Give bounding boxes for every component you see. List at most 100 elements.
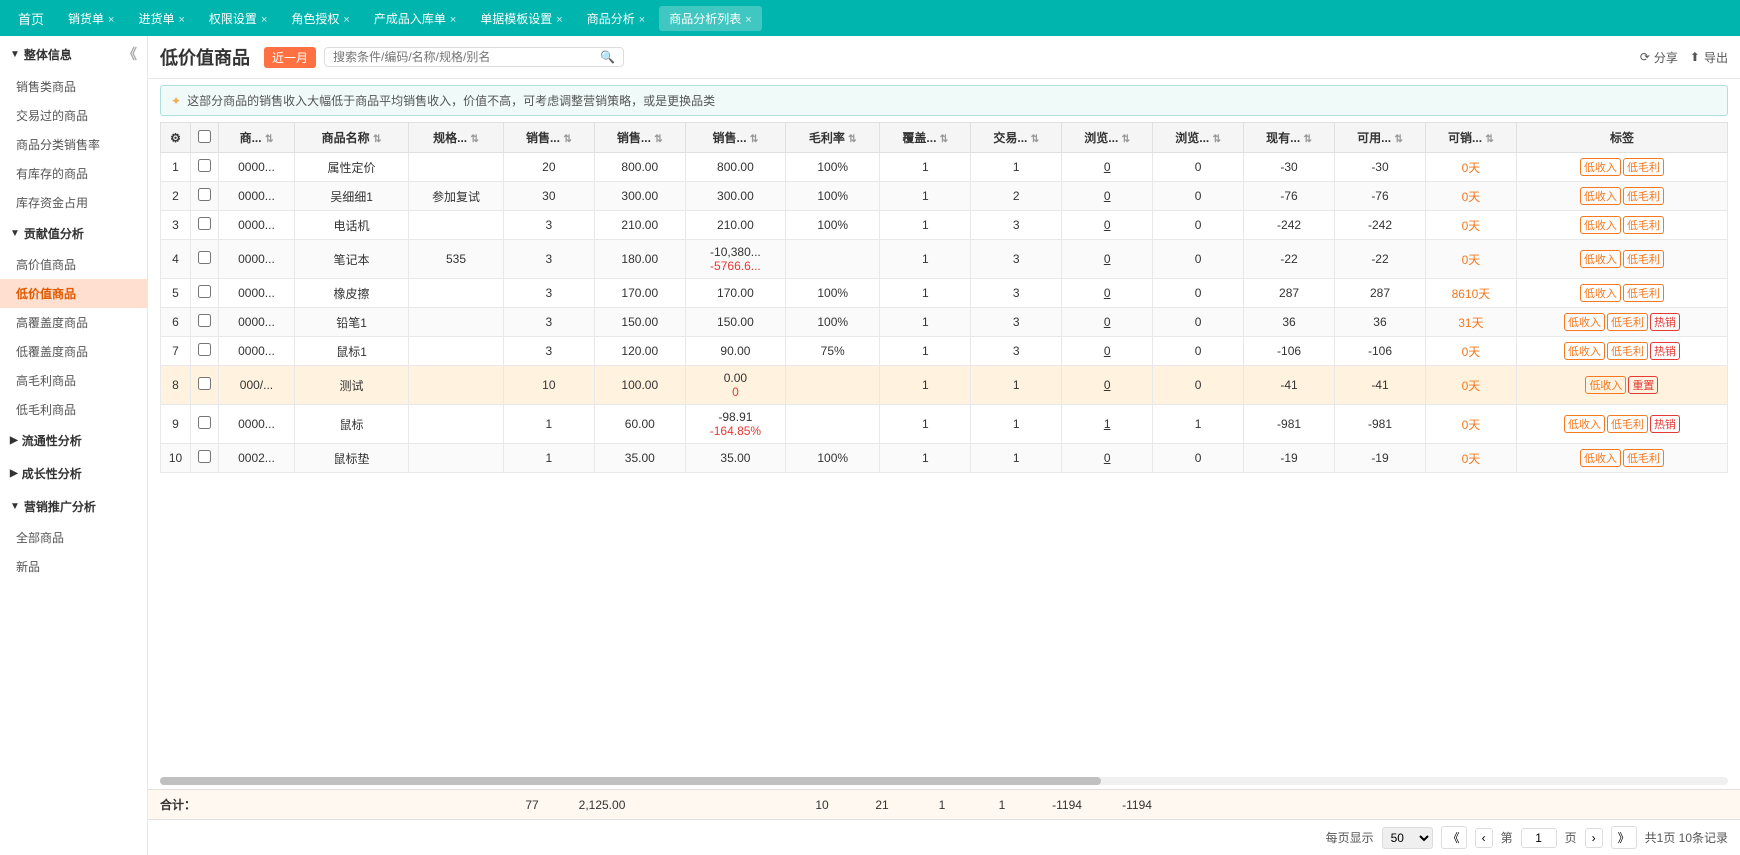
sort-avail[interactable]: ⇅: [1394, 134, 1402, 145]
nav-product-analysis-list[interactable]: 商品分析列表×: [659, 6, 761, 31]
sidebar-group-contribution[interactable]: ▼ 贡献值分析: [0, 217, 147, 250]
sidebar-item-sales-product[interactable]: 销售类商品: [0, 72, 147, 101]
sidebar-item-all-products[interactable]: 全部商品: [0, 523, 147, 552]
table-wrap[interactable]: ⚙ 商... ⇅ 商品名称 ⇅ 规格... ⇅ 销售... ⇅ 销售... ⇅ …: [148, 122, 1740, 777]
horizontal-scrollbar[interactable]: [160, 777, 1728, 785]
export-btn[interactable]: ⬆ 导出: [1690, 49, 1728, 66]
prev-page-btn[interactable]: ‹: [1475, 828, 1493, 848]
collapse-icon[interactable]: 《: [123, 44, 137, 64]
row-checkbox[interactable]: [198, 343, 211, 356]
nav-home[interactable]: 首页: [8, 5, 54, 32]
sidebar-item-stock-product[interactable]: 有库存的商品: [0, 159, 147, 188]
sidebar-group-growth[interactable]: ▶ 成长性分析: [0, 457, 147, 490]
browse-link[interactable]: 0: [1104, 160, 1111, 174]
browse-link[interactable]: 0: [1104, 189, 1111, 203]
table-row: 5 0000... 橡皮擦 3 170.00 170.00 100% 1 3 0…: [161, 279, 1728, 308]
first-page-btn[interactable]: 《: [1441, 826, 1467, 849]
close-sales-icon[interactable]: ×: [108, 14, 114, 26]
sidebar-item-low-value[interactable]: 低价值商品: [0, 279, 147, 308]
browse-link[interactable]: 1: [1104, 417, 1111, 431]
nav-product-analysis[interactable]: 商品分析×: [577, 6, 655, 31]
cell-checkbox[interactable]: [191, 279, 219, 308]
close-template-icon[interactable]: ×: [556, 14, 562, 26]
browse-link[interactable]: 0: [1104, 315, 1111, 329]
last-page-btn[interactable]: 》: [1611, 826, 1637, 849]
cell-checkbox[interactable]: [191, 308, 219, 337]
sort-cov[interactable]: ⇅: [940, 134, 948, 145]
browse-link[interactable]: 0: [1104, 218, 1111, 232]
close-product-icon[interactable]: ×: [450, 14, 456, 26]
scroll-thumb[interactable]: [160, 777, 1101, 785]
search-input[interactable]: [333, 50, 596, 64]
row-checkbox[interactable]: [198, 251, 211, 264]
sidebar-item-high-profit[interactable]: 高毛利商品: [0, 366, 147, 395]
sidebar-item-traded-product[interactable]: 交易过的商品: [0, 101, 147, 130]
close-pal-icon[interactable]: ×: [745, 14, 751, 26]
nav-purchase[interactable]: 进货单×: [128, 6, 194, 31]
page-size-select[interactable]: 50 100: [1382, 827, 1433, 849]
col-settings[interactable]: ⚙: [161, 123, 191, 153]
sidebar-item-high-coverage[interactable]: 高覆盖度商品: [0, 308, 147, 337]
sort-spec[interactable]: ⇅: [470, 134, 478, 145]
sort-browse1[interactable]: ⇅: [1122, 134, 1130, 145]
nav-product-inbound[interactable]: 产成品入库单×: [364, 6, 466, 31]
sidebar-item-low-profit[interactable]: 低毛利商品: [0, 395, 147, 424]
browse-link[interactable]: 0: [1104, 378, 1111, 392]
sort-sales2[interactable]: ⇅: [654, 134, 662, 145]
sort-name[interactable]: ⇅: [373, 134, 381, 145]
browse-link[interactable]: 0: [1104, 252, 1111, 266]
cell-checkbox[interactable]: [191, 444, 219, 473]
share-btn[interactable]: ⟳ 分享: [1640, 49, 1678, 66]
cell-checkbox[interactable]: [191, 366, 219, 405]
sidebar-item-low-coverage[interactable]: 低覆盖度商品: [0, 337, 147, 366]
sidebar-item-high-value[interactable]: 高价值商品: [0, 250, 147, 279]
sort-sell[interactable]: ⇅: [1485, 134, 1493, 145]
sort-gross[interactable]: ⇅: [848, 134, 856, 145]
browse-link[interactable]: 0: [1104, 286, 1111, 300]
nav-sales[interactable]: 销货单×: [58, 6, 124, 31]
sort-code[interactable]: ⇅: [265, 134, 273, 145]
col-checkbox[interactable]: [191, 123, 219, 153]
nav-permission[interactable]: 权限设置×: [199, 6, 277, 31]
row-checkbox[interactable]: [198, 416, 211, 429]
row-checkbox[interactable]: [198, 159, 211, 172]
close-permission-icon[interactable]: ×: [261, 14, 267, 26]
col-tags: 标签: [1516, 123, 1727, 153]
sidebar-item-stock-capital[interactable]: 库存资金占用: [0, 188, 147, 217]
close-purchase-icon[interactable]: ×: [178, 14, 184, 26]
sort-trade[interactable]: ⇅: [1031, 134, 1039, 145]
cell-checkbox[interactable]: [191, 405, 219, 444]
sort-browse2[interactable]: ⇅: [1213, 134, 1221, 145]
nav-template[interactable]: 单据模板设置×: [470, 6, 572, 31]
cell-checkbox[interactable]: [191, 240, 219, 279]
row-checkbox[interactable]: [198, 217, 211, 230]
sort-sales1[interactable]: ⇅: [563, 134, 571, 145]
sidebar-group-overall[interactable]: ▼ 整体信息 《: [0, 36, 147, 72]
row-checkbox[interactable]: [198, 188, 211, 201]
sidebar-item-category-rate[interactable]: 商品分类销售率: [0, 130, 147, 159]
row-checkbox[interactable]: [198, 285, 211, 298]
sort-sales3[interactable]: ⇅: [750, 134, 758, 145]
next-page-btn[interactable]: ›: [1585, 828, 1603, 848]
sidebar-item-new-products[interactable]: 新品: [0, 552, 147, 581]
date-filter-btn[interactable]: 近一月: [264, 47, 316, 68]
sidebar-group-flow[interactable]: ▶ 流通性分析: [0, 424, 147, 457]
select-all-checkbox[interactable]: [198, 130, 211, 143]
cell-checkbox[interactable]: [191, 182, 219, 211]
sidebar-group-marketing[interactable]: ▼ 营销推广分析: [0, 490, 147, 523]
cell-checkbox[interactable]: [191, 153, 219, 182]
row-checkbox[interactable]: [198, 450, 211, 463]
search-icon[interactable]: 🔍: [600, 50, 615, 64]
page-number-input[interactable]: [1521, 828, 1557, 848]
browse-link[interactable]: 0: [1104, 451, 1111, 465]
close-role-icon[interactable]: ×: [343, 14, 349, 26]
sort-current[interactable]: ⇅: [1304, 134, 1312, 145]
tag-badge: 低毛利: [1607, 313, 1648, 331]
browse-link[interactable]: 0: [1104, 344, 1111, 358]
row-checkbox[interactable]: [198, 314, 211, 327]
nav-role[interactable]: 角色授权×: [281, 6, 359, 31]
cell-checkbox[interactable]: [191, 211, 219, 240]
close-pa-icon[interactable]: ×: [639, 14, 645, 26]
row-checkbox[interactable]: [198, 377, 211, 390]
cell-checkbox[interactable]: [191, 337, 219, 366]
